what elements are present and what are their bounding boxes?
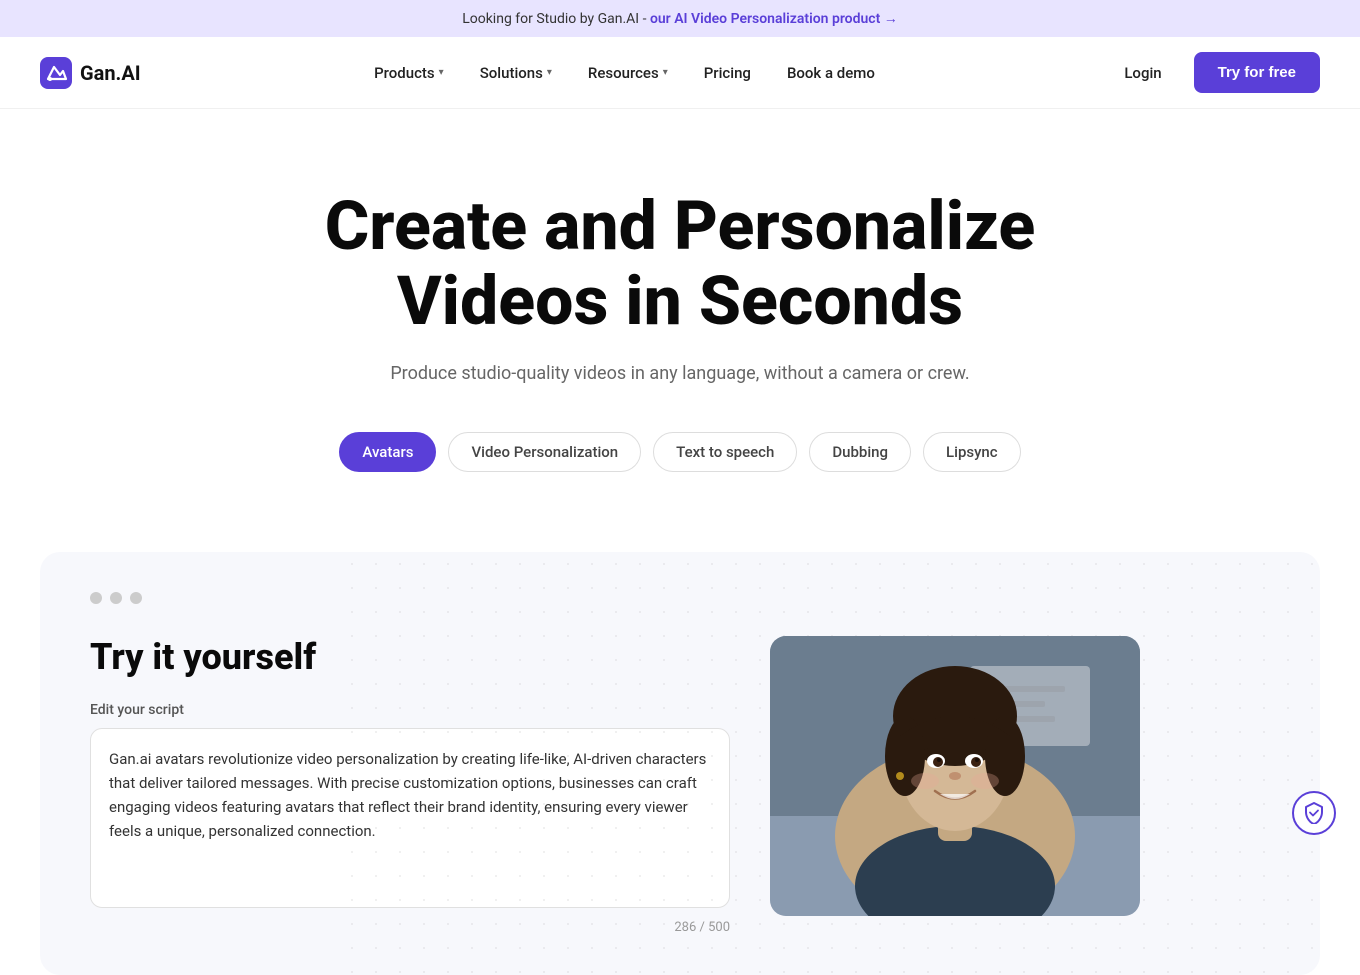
- tab-text-to-speech[interactable]: Text to speech: [653, 432, 797, 472]
- banner-link[interactable]: our AI Video Personalization product →: [650, 11, 898, 27]
- try-free-button[interactable]: Try for free: [1194, 52, 1320, 93]
- nav-item-products[interactable]: Products ▾: [358, 56, 460, 90]
- avatar-video: [770, 636, 1140, 916]
- script-textarea[interactable]: [90, 728, 730, 908]
- top-banner: Looking for Studio by Gan.AI - our AI Vi…: [0, 0, 1360, 37]
- tab-video-personalization[interactable]: Video Personalization: [448, 432, 641, 472]
- window-dot-1: [90, 592, 102, 604]
- nav-center: Products ▾ Solutions ▾ Resources ▾ Prici…: [358, 56, 891, 90]
- char-count: 286 / 500: [90, 920, 730, 935]
- banner-text: Looking for Studio by Gan.AI -: [462, 11, 650, 27]
- nav-item-resources[interactable]: Resources ▾: [572, 56, 684, 90]
- window-dot-3: [130, 592, 142, 604]
- logo-icon: [40, 57, 72, 89]
- demo-title: Try it yourself: [90, 636, 730, 678]
- script-label: Edit your script: [90, 702, 730, 718]
- hero-title: Create and Personalize Videos in Seconds: [230, 189, 1130, 339]
- logo-text: Gan.AI: [80, 61, 141, 85]
- tab-lipsync[interactable]: Lipsync: [923, 432, 1021, 472]
- shield-svg: [1304, 802, 1324, 824]
- chevron-down-icon: ▾: [663, 67, 668, 78]
- nav-right: Login Try for free: [1108, 52, 1320, 93]
- tab-dubbing[interactable]: Dubbing: [809, 432, 911, 472]
- tab-avatars[interactable]: Avatars: [339, 432, 436, 472]
- hero-subtitle: Produce studio-quality videos in any lan…: [380, 363, 980, 384]
- demo-content: Try it yourself Edit your script 286 / 5…: [90, 636, 1270, 935]
- login-button[interactable]: Login: [1108, 56, 1177, 90]
- tab-pills: Avatars Video Personalization Text to sp…: [20, 432, 1340, 472]
- logo[interactable]: Gan.AI: [40, 57, 141, 89]
- chevron-down-icon: ▾: [547, 67, 552, 78]
- avatar-image: [770, 636, 1140, 916]
- window-dots: [90, 592, 1270, 604]
- window-dot-2: [110, 592, 122, 604]
- hero-section: Create and Personalize Videos in Seconds…: [0, 109, 1360, 552]
- demo-right-panel: [770, 636, 1150, 916]
- demo-left-panel: Try it yourself Edit your script 286 / 5…: [90, 636, 730, 935]
- navbar: Gan.AI Products ▾ Solutions ▾ Resources …: [0, 37, 1360, 109]
- nav-item-solutions[interactable]: Solutions ▾: [464, 56, 568, 90]
- chevron-down-icon: ▾: [439, 67, 444, 78]
- nav-item-pricing[interactable]: Pricing: [688, 56, 767, 90]
- shield-icon[interactable]: [1292, 791, 1336, 835]
- nav-item-book-demo[interactable]: Book a demo: [771, 56, 891, 90]
- demo-card: Try it yourself Edit your script 286 / 5…: [40, 552, 1320, 975]
